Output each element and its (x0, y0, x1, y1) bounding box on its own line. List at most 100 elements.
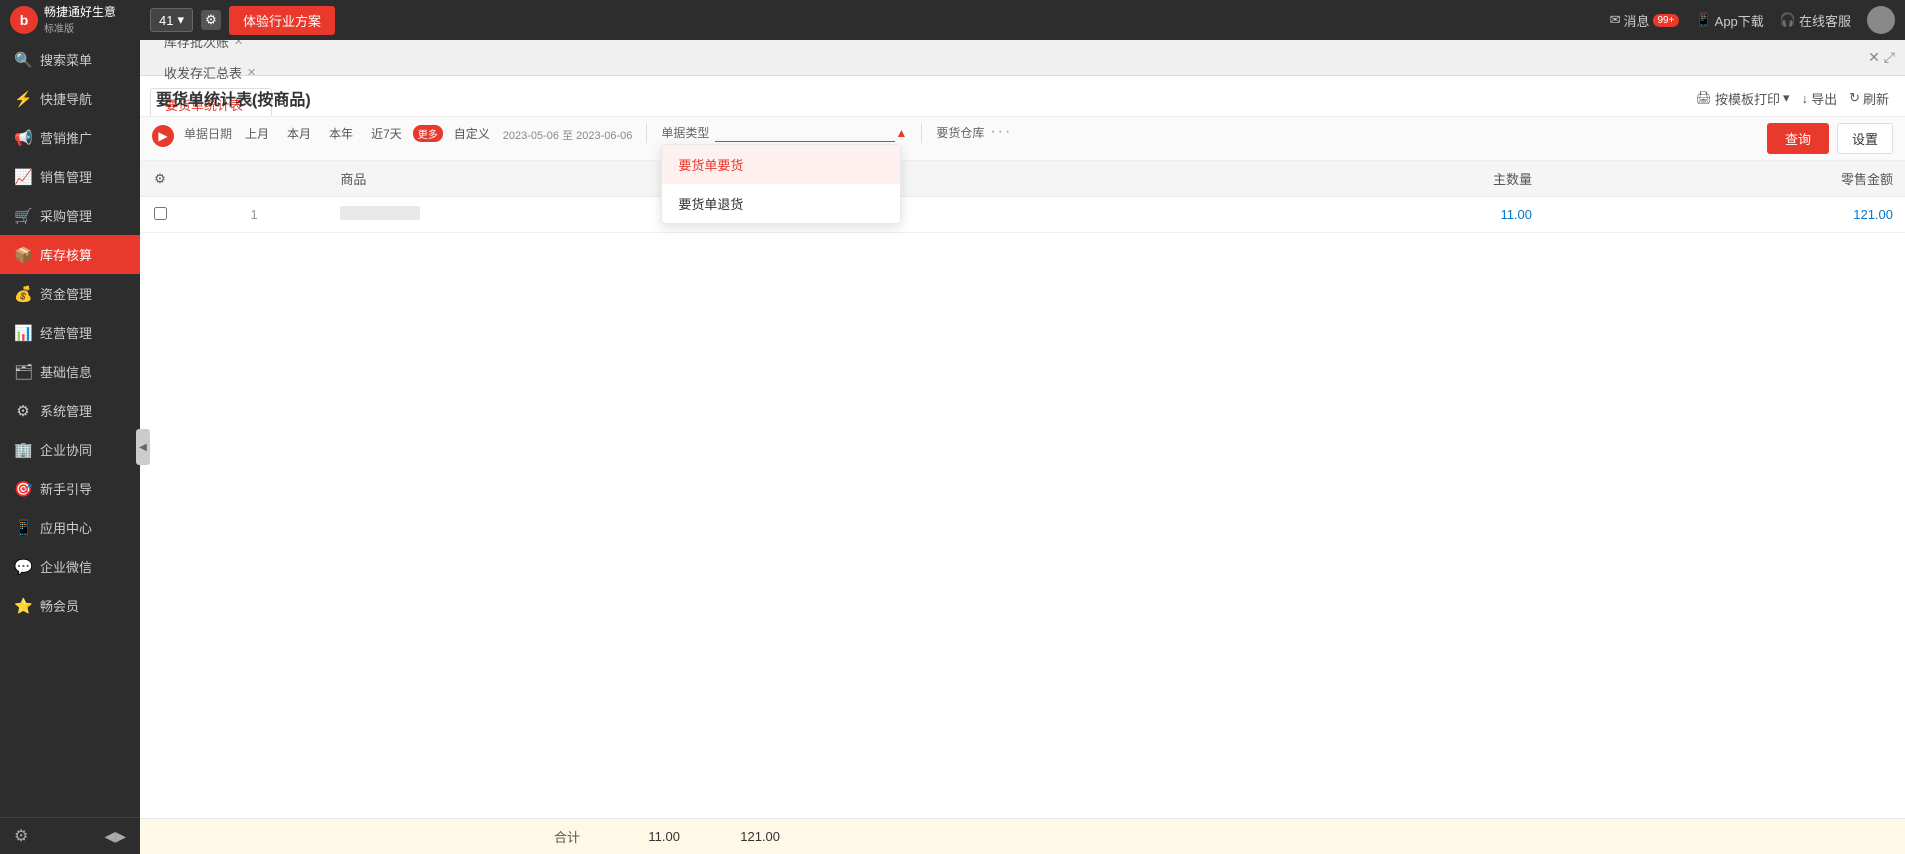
export-label: 导出 (1811, 89, 1837, 108)
td-checkbox[interactable] (140, 197, 180, 233)
data-table: ⚙ 商品 主计量单位 主数量 零售金额 1 块 11.00 121.00 (140, 161, 1905, 233)
refresh-icon: ↻ (1849, 90, 1860, 106)
message-icon: ✉ (1610, 12, 1621, 28)
footer-amount: 121.00 (692, 829, 792, 844)
sidebar-bottom: ⚙ ◀▶ (0, 817, 140, 854)
sidebar-icon-enterprise: 🏢 (14, 441, 32, 459)
sidebar-item-inventory[interactable]: 📦库存核算 (0, 235, 140, 274)
filter-actions: 查询 设置 (1767, 123, 1893, 154)
logo-area: b 畅捷通好生意 标准版 (10, 5, 150, 36)
sidebar-icon-business: 📊 (14, 324, 32, 342)
date-shortcuts: 上月 本月 本年 近7天 更多 自定义 (238, 123, 497, 144)
trial-button[interactable]: 体验行业方案 (229, 6, 335, 35)
tab-close-all-icon[interactable]: ✕ (1868, 49, 1880, 66)
sidebar-item-wechat[interactable]: 💬企业微信 (0, 547, 140, 586)
sidebar-icon-sales: 📈 (14, 168, 32, 186)
logo-text-block: 畅捷通好生意 标准版 (44, 5, 116, 36)
sidebar-item-search[interactable]: 🔍搜索菜单 (0, 40, 140, 79)
settings-icon[interactable]: ⚙ (201, 10, 221, 30)
sidebar-icon-purchase: 🛒 (14, 207, 32, 225)
filter-expand-button[interactable]: ▶ (152, 125, 174, 147)
this-year-btn[interactable]: 本年 (322, 123, 360, 144)
type-filter-input[interactable] (715, 123, 895, 142)
this-month-btn[interactable]: 本月 (280, 123, 318, 144)
sidebar-toggle-button[interactable]: ◀ (136, 429, 150, 465)
type-dropdown: 要货单要货 要货单退货 (661, 144, 901, 224)
more-date-badge[interactable]: 更多 (413, 125, 443, 142)
sidebar-collapse-icon[interactable]: ◀▶ (104, 828, 126, 845)
table-body: 1 块 11.00 121.00 (140, 197, 1905, 233)
sidebar-icon-shortcut: ⚡ (14, 90, 32, 108)
sidebar-item-shortcut[interactable]: ⚡ 快捷导航 (0, 79, 140, 118)
filter-settings-button[interactable]: 设置 (1837, 123, 1893, 154)
message-label: 消息 (1623, 11, 1649, 30)
filter-separator-2 (921, 123, 922, 143)
company-selector[interactable]: 41 ▾ (150, 8, 193, 32)
page-actions: 🖨 按模板打印 ▾ ↓ 导出 ↻ 刷新 (1696, 89, 1890, 108)
query-button[interactable]: 查询 (1767, 123, 1829, 154)
sidebar-item-app_center[interactable]: 📱应用中心 (0, 508, 140, 547)
sidebar-item-system[interactable]: ⚙ 系统管理 (0, 391, 140, 430)
online-service-button[interactable]: 🎧 在线客服 (1780, 11, 1851, 30)
last-month-btn[interactable]: 上月 (238, 123, 276, 144)
refresh-button[interactable]: ↻ 刷新 (1849, 89, 1889, 108)
td-amount: 121.00 (1544, 197, 1905, 233)
sidebar-label-sales: 销售管理 (40, 167, 92, 186)
sidebar-item-base[interactable]: 🗂基础信息 (0, 352, 140, 391)
export-button[interactable]: ↓ 导出 (1802, 89, 1838, 108)
sidebar-settings-icon[interactable]: ⚙ (14, 826, 28, 846)
export-icon: ↓ (1802, 91, 1809, 106)
print-icon: 🖨 (1696, 90, 1713, 106)
tab-bar: 首页库存批次账 ✕收发存汇总表 ✕要货单统计表 ✕ ✕ ⤢ (140, 40, 1905, 76)
type-filter-group: 单据类型 ▲ 要货单要货 要货单退货 (661, 123, 907, 142)
headset-icon: 🎧 (1780, 12, 1796, 28)
table-container: ⚙ 商品 主计量单位 主数量 零售金额 1 块 11.00 121.00 (140, 161, 1905, 818)
sidebar-item-member[interactable]: ⭐畅会员 (0, 586, 140, 625)
sidebar-item-sales[interactable]: 📈 销售管理 (0, 157, 140, 196)
sidebar-icon-guide: 🎯 (14, 480, 32, 498)
sidebar-item-purchase[interactable]: 🛒采购管理 (0, 196, 140, 235)
th-seq (180, 161, 328, 197)
td-quantity: 11.00 (1245, 197, 1544, 233)
filter-bar: ▶ 单据日期 上月 本月 本年 近7天 更多 自定义 2023-05-06 至 … (140, 116, 1905, 161)
sidebar-icon-member: ⭐ (14, 597, 32, 615)
sidebar-label-enterprise: 企业协同 (40, 440, 92, 459)
last-7-days-btn[interactable]: 近7天 (364, 123, 409, 144)
app-download-button[interactable]: 📱 App下载 (1695, 11, 1763, 30)
tab-bar-right: ✕ ⤢ (1868, 49, 1895, 66)
tab-inventory_batch[interactable]: 库存批次账 ✕ (150, 40, 272, 57)
sidebar-item-finance[interactable]: 💰资金管理 (0, 274, 140, 313)
type-dropdown-chevron-icon[interactable]: ▲ (895, 126, 907, 140)
sidebar-item-business[interactable]: 📊经营管理 (0, 313, 140, 352)
footer-label: 合计 (352, 827, 592, 846)
sidebar-label-system: 系统管理 (40, 401, 92, 420)
table-header-row: ⚙ 商品 主计量单位 主数量 零售金额 (140, 161, 1905, 197)
sidebar-icon-base: 🗂 (14, 363, 32, 381)
tab-expand-icon[interactable]: ⤢ (1884, 49, 1895, 66)
sidebar: 🔍搜索菜单 ⚡ 快捷导航 📢营销推广 📈 销售管理 🛒采购管理📦库存核算💰资金管理📊经营管理… (0, 40, 140, 854)
print-button[interactable]: 🖨 按模板打印 ▾ (1696, 89, 1790, 108)
tab-close-inventory_batch[interactable]: ✕ (234, 40, 243, 48)
custom-date-btn[interactable]: 自定义 (447, 123, 497, 144)
dropdown-option-requisition-order[interactable]: 要货单要货 (662, 145, 900, 184)
row-checkbox[interactable] (154, 207, 167, 220)
user-avatar[interactable] (1867, 6, 1895, 34)
warehouse-dots-icon[interactable]: ··· (990, 123, 1012, 141)
sidebar-item-guide[interactable]: 🎯新手引导 (0, 469, 140, 508)
sidebar-item-marketing[interactable]: 📢营销推广 (0, 118, 140, 157)
online-service-label: 在线客服 (1799, 11, 1851, 30)
phone-icon: 📱 (1695, 12, 1711, 28)
sidebar-label-inventory: 库存核算 (40, 245, 92, 264)
warehouse-filter-label: 要货仓库 (936, 124, 984, 141)
date-filter-group: 单据日期 上月 本月 本年 近7天 更多 自定义 2023-05-06 至 20… (184, 123, 632, 144)
sidebar-icon-system: ⚙ (14, 402, 32, 420)
sidebar-label-marketing: 营销推广 (40, 128, 92, 147)
sidebar-label-shortcut: 快捷导航 (40, 89, 92, 108)
app-logo-icon: b (10, 6, 38, 34)
th-amount: 零售金额 (1544, 161, 1905, 197)
message-button[interactable]: ✉ 消息 99+ (1610, 11, 1680, 30)
dropdown-option-requisition-return[interactable]: 要货单退货 (662, 184, 900, 223)
th-gear[interactable]: ⚙ (140, 161, 180, 197)
tab-label-inventory_batch: 库存批次账 (164, 40, 229, 51)
sidebar-item-enterprise[interactable]: 🏢 企业协同 (0, 430, 140, 469)
